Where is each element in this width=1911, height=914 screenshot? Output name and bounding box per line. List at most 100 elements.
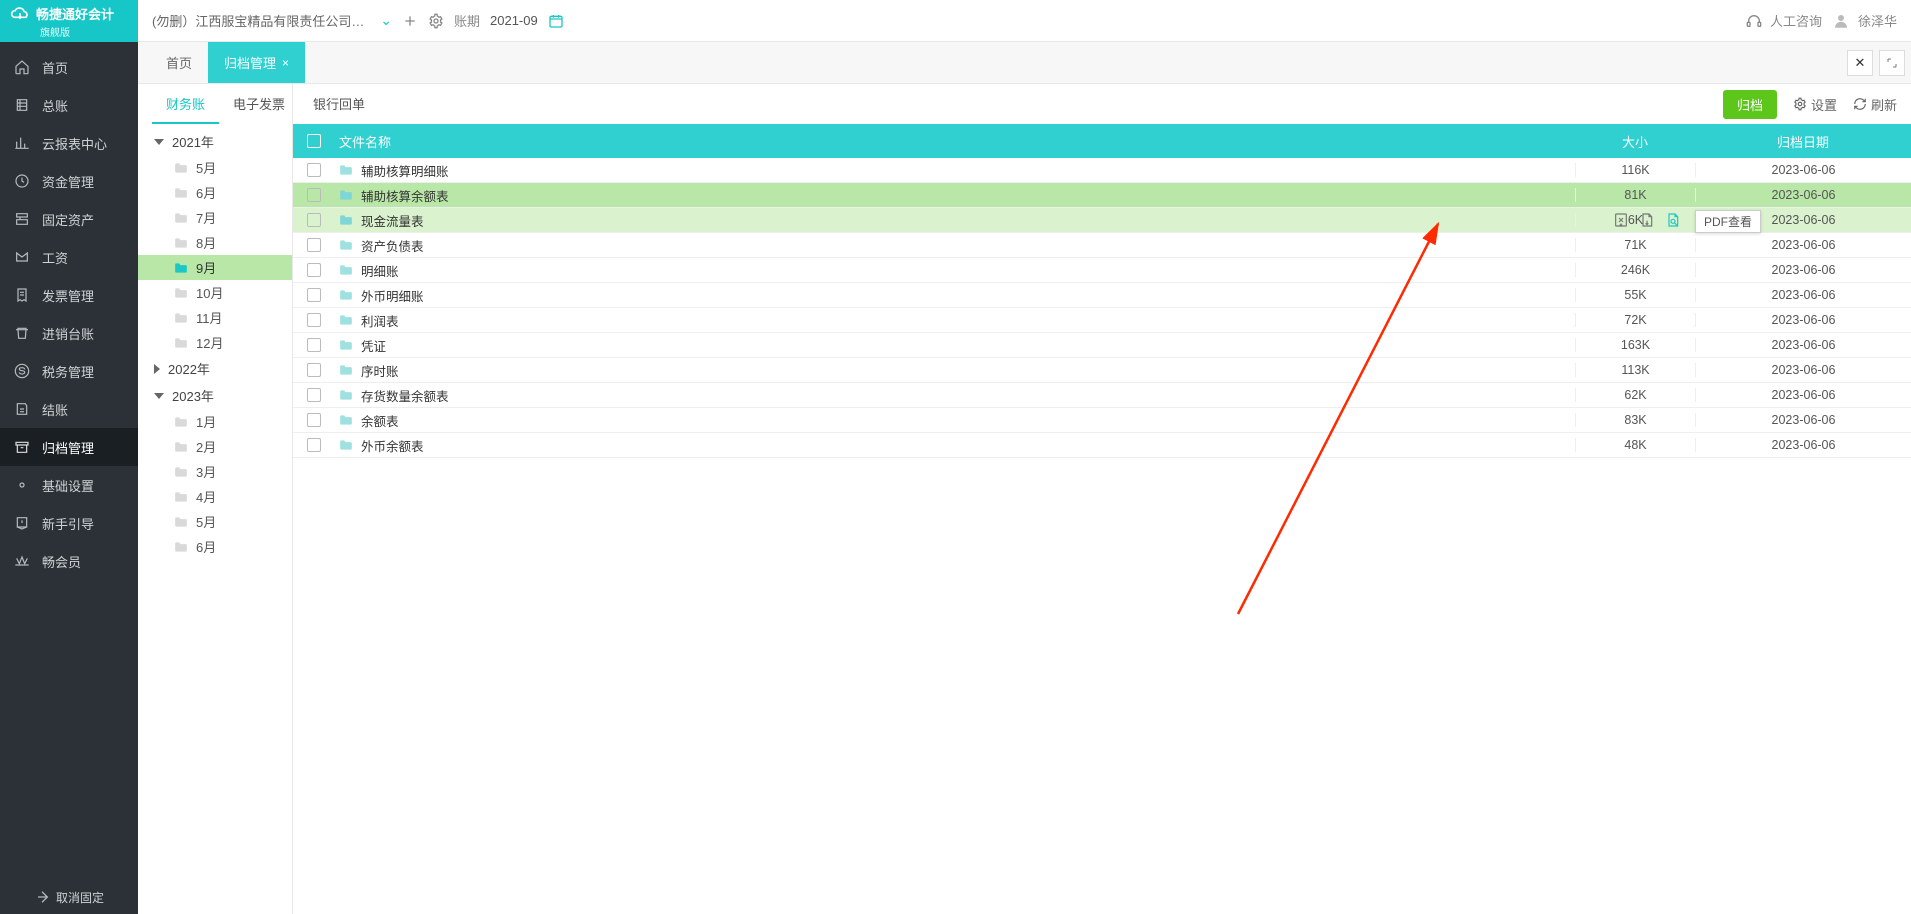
nav-item-close[interactable]: 结账 (0, 390, 138, 428)
subtab[interactable]: 财务账 (152, 84, 219, 124)
calendar-icon[interactable] (548, 13, 564, 29)
nav-item-wallet[interactable]: 资金管理 (0, 162, 138, 200)
table-row[interactable]: 余额表83K2023-06-06 (293, 408, 1911, 433)
month-node[interactable]: 7月 (138, 205, 292, 230)
month-node[interactable]: 1月 (138, 409, 292, 434)
month-node[interactable]: 5月 (138, 509, 292, 534)
pdf-view-icon[interactable] (1665, 212, 1681, 228)
row-name-cell: 存货数量余额表 (335, 386, 1575, 405)
row-checkbox[interactable] (307, 413, 321, 427)
month-node[interactable]: 5月 (138, 155, 292, 180)
year-node[interactable]: 2023年 (138, 382, 292, 409)
row-checkbox[interactable] (307, 363, 321, 377)
table-row[interactable]: 凭证163K2023-06-06 (293, 333, 1911, 358)
table-row[interactable]: 辅助核算余额表81K2023-06-06 (293, 183, 1911, 208)
table-row[interactable]: 外币余额表48K2023-06-06 (293, 433, 1911, 458)
row-checkbox[interactable] (307, 188, 321, 202)
row-checkbox[interactable] (307, 338, 321, 352)
year-node[interactable]: 2021年 (138, 128, 292, 155)
table-row[interactable]: 利润表72K2023-06-06 (293, 308, 1911, 333)
row-date-cell: 2023-06-06 (1695, 263, 1911, 277)
month-node[interactable]: 8月 (138, 230, 292, 255)
row-checkbox[interactable] (307, 388, 321, 402)
row-checkbox-cell (293, 288, 335, 302)
close-icon[interactable]: × (282, 56, 289, 70)
nav-item-salary[interactable]: 工资 (0, 238, 138, 276)
col-date: 归档日期 (1695, 132, 1911, 151)
user-menu[interactable]: 徐泽华 (1832, 11, 1897, 30)
table-row[interactable]: 明细账246K2023-06-06 (293, 258, 1911, 283)
row-actions (1613, 208, 1681, 232)
cloud-icon (10, 4, 30, 24)
month-node[interactable]: 2月 (138, 434, 292, 459)
month-node[interactable]: 10月 (138, 280, 292, 305)
table-row[interactable]: 外币明细账55K2023-06-06 (293, 283, 1911, 308)
gear-icon[interactable] (428, 13, 444, 29)
download-pdf-icon[interactable] (1639, 212, 1655, 228)
row-checkbox[interactable] (307, 438, 321, 452)
nav-item-home[interactable]: 首页 (0, 48, 138, 86)
subtab[interactable]: 电子发票 (219, 84, 299, 124)
month-node[interactable]: 6月 (138, 534, 292, 559)
table-row[interactable]: 辅助核算明细账116K2023-06-06 (293, 158, 1911, 183)
month-node[interactable]: 6月 (138, 180, 292, 205)
nav-item-guide[interactable]: 新手引导 (0, 504, 138, 542)
row-checkbox-cell (293, 338, 335, 352)
nav-item-vip[interactable]: 畅会员 (0, 542, 138, 580)
refresh-icon (1853, 97, 1867, 111)
nav-item-settings[interactable]: 基础设置 (0, 466, 138, 504)
row-name-cell: 辅助核算余额表 (335, 186, 1575, 205)
nav-item-label: 基础设置 (42, 476, 94, 495)
month-node[interactable]: 12月 (138, 330, 292, 355)
subtab[interactable]: 银行回单 (299, 84, 379, 124)
support-link[interactable]: 人工咨询 (1746, 11, 1822, 30)
nav-item-asset[interactable]: 固定资产 (0, 200, 138, 238)
nav-item-archive[interactable]: 归档管理 (0, 428, 138, 466)
table-row[interactable]: 现金流量表6K2023-06-06 PDF查看 (293, 208, 1911, 233)
nav-item-stock[interactable]: 进销台账 (0, 314, 138, 352)
nav-item-invoice[interactable]: 发票管理 (0, 276, 138, 314)
row-checkbox-cell (293, 263, 335, 277)
row-checkbox-cell (293, 388, 335, 402)
expand-button[interactable] (1879, 50, 1905, 76)
nav-item-ledger[interactable]: 总账 (0, 86, 138, 124)
guide-icon (14, 515, 30, 531)
nav-item-tax[interactable]: 税务管理 (0, 352, 138, 390)
folder-icon (339, 339, 353, 351)
row-checkbox[interactable] (307, 313, 321, 327)
row-checkbox-cell (293, 438, 335, 452)
folder-icon (174, 541, 188, 553)
row-size-cell: 48K (1575, 438, 1695, 452)
page-tab[interactable]: 归档管理× (208, 42, 305, 83)
toolbar-settings[interactable]: 设置 (1793, 95, 1837, 114)
row-checkbox[interactable] (307, 163, 321, 177)
month-node[interactable]: 9月 (138, 255, 292, 280)
row-name-label: 凭证 (361, 336, 386, 355)
nav-item-chart[interactable]: 云报表中心 (0, 124, 138, 162)
row-checkbox[interactable] (307, 238, 321, 252)
page-tab[interactable]: 首页 (150, 42, 208, 83)
row-name-label: 外币余额表 (361, 436, 424, 455)
month-node[interactable]: 4月 (138, 484, 292, 509)
row-checkbox[interactable] (307, 263, 321, 277)
table-row[interactable]: 存货数量余额表62K2023-06-06 (293, 383, 1911, 408)
year-node[interactable]: 2022年 (138, 355, 292, 382)
company-selector[interactable]: (勿删）江西服宝精品有限责任公司（... ⌄ (152, 11, 392, 30)
sidebar-unpin[interactable]: 取消固定 (0, 880, 138, 914)
select-all-checkbox[interactable] (307, 134, 321, 148)
close-tab-button[interactable]: ✕ (1847, 50, 1873, 76)
archive-button[interactable]: 归档 (1723, 90, 1777, 119)
subtabs: 财务账电子发票银行回单 (138, 84, 379, 124)
month-label: 8月 (196, 233, 216, 252)
row-checkbox[interactable] (307, 288, 321, 302)
row-checkbox[interactable] (307, 213, 321, 227)
download-excel-icon[interactable] (1613, 212, 1629, 228)
month-node[interactable]: 11月 (138, 305, 292, 330)
add-icon[interactable] (402, 13, 418, 29)
table-row[interactable]: 资产负债表71K2023-06-06 (293, 233, 1911, 258)
main-panel: 文件名称 大小 归档日期 辅助核算明细账116K2023-06-06辅助核算余额… (293, 84, 1911, 914)
month-node[interactable]: 3月 (138, 459, 292, 484)
toolbar-refresh[interactable]: 刷新 (1853, 95, 1897, 114)
table-row[interactable]: 序时账113K2023-06-06 (293, 358, 1911, 383)
period-value[interactable]: 2021-09 (490, 13, 538, 28)
